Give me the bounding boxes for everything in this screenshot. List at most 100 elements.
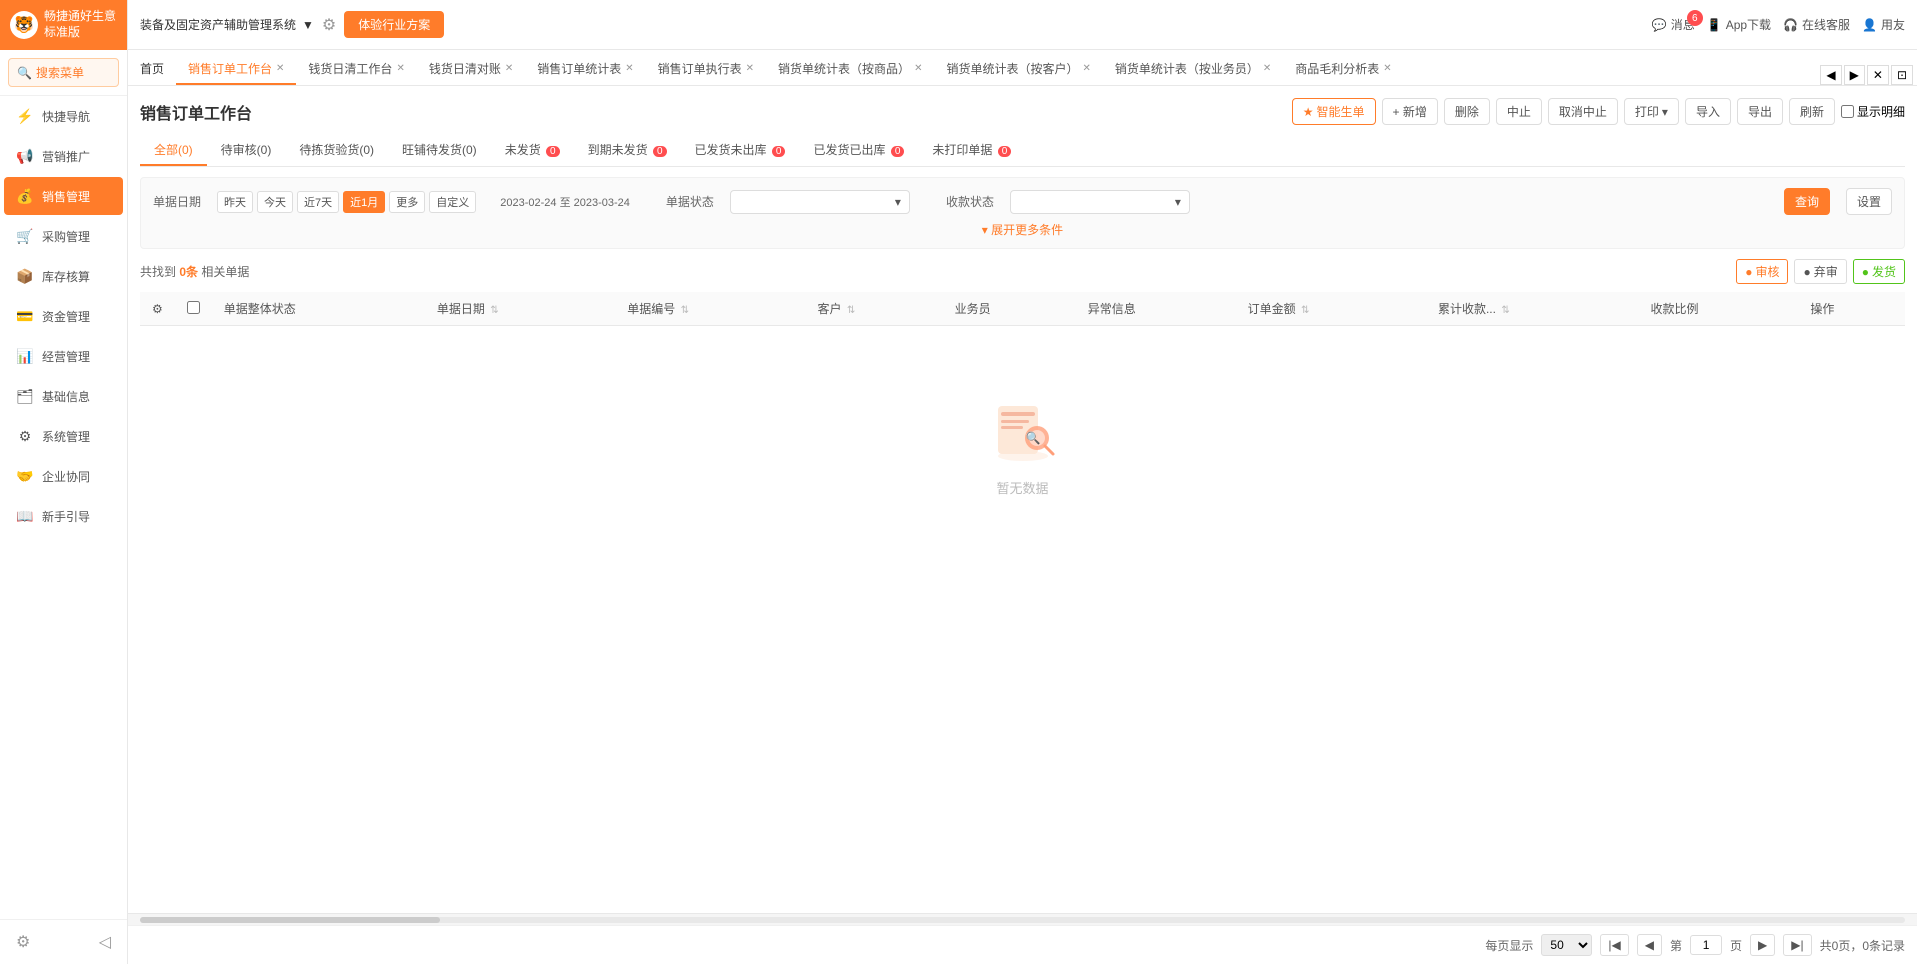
col-number[interactable]: 单据编号 ⇅ (615, 292, 805, 326)
subtab-overdue-unshipped[interactable]: 到期未发货 0 (574, 135, 681, 166)
sidebar-item-xitong[interactable]: ⚙ 系统管理 (4, 417, 123, 455)
tab-close-all-button[interactable]: ✕ (1867, 65, 1889, 85)
unshipped-badge: 0 (546, 146, 560, 157)
date-custom-button[interactable]: 自定义 (429, 191, 476, 213)
subtab-unshipped[interactable]: 未发货 0 (491, 135, 574, 166)
show-detail-checkbox[interactable] (1841, 105, 1854, 118)
sidebar-item-yingxiao[interactable]: 📢 营销推广 (4, 137, 123, 175)
topbar-gear-icon[interactable]: ⚙ (322, 15, 336, 35)
subtab-pending-review[interactable]: 待审核(0) (207, 135, 286, 166)
date-7days-button[interactable]: 近7天 (297, 191, 339, 213)
payment-filter-select[interactable]: ▾ (1010, 190, 1190, 214)
show-detail-checkbox-label: 显示明细 (1841, 103, 1905, 120)
ship-button[interactable]: ● 发货 (1853, 259, 1905, 284)
tab-home[interactable]: 首页 (128, 54, 176, 85)
col-staff[interactable]: 业务员 (943, 292, 1076, 326)
status-filter-label: 单据状态 (666, 193, 714, 210)
subtab-shipped-in-transit[interactable]: 已发货未出库 0 (681, 135, 800, 166)
tab-close-sales-stats[interactable]: ✕ (625, 63, 633, 74)
prev-page-button[interactable]: ◀ (1637, 934, 1662, 956)
settings-button[interactable]: ⚙ (8, 928, 38, 956)
query-button[interactable]: 查询 (1784, 188, 1830, 215)
sidebar-item-zijin[interactable]: 💳 资金管理 (4, 297, 123, 335)
sidebar-item-xinshou[interactable]: 📖 新手引导 (4, 497, 123, 535)
tab-product-margin[interactable]: 商品毛利分析表 ✕ (1283, 54, 1403, 85)
first-page-button[interactable]: |◀ (1600, 934, 1628, 956)
last-page-button[interactable]: ▶| (1783, 934, 1811, 956)
message-icon: 💬 (1652, 18, 1667, 32)
svg-text:🔍: 🔍 (1025, 430, 1040, 445)
sidebar-item-jingying[interactable]: 📊 经营管理 (4, 337, 123, 375)
tab-cash-reconcile[interactable]: 钱货日清对账 ✕ (417, 54, 525, 85)
next-page-button[interactable]: ▶ (1750, 934, 1775, 956)
tab-sales-workbench[interactable]: 销售订单工作台 ✕ (176, 54, 296, 85)
scrollbar-thumb[interactable] (140, 917, 440, 923)
tab-close-sales-workbench[interactable]: ✕ (276, 63, 284, 74)
tab-next-button[interactable]: ▶ (1844, 65, 1865, 85)
tab-sales-stats[interactable]: 销售订单统计表 ✕ (525, 54, 645, 85)
status-filter-select[interactable]: ▾ (730, 190, 910, 214)
import-button[interactable]: 导入 (1685, 98, 1731, 125)
tab-close-sales-summary-staff[interactable]: ✕ (1263, 63, 1271, 74)
tab-close-cash-reconcile[interactable]: ✕ (505, 63, 513, 74)
print-button[interactable]: 打印 ▾ (1624, 98, 1679, 125)
sidebar-item-xiaoshou[interactable]: 💰 销售管理 (4, 177, 123, 215)
date-today-button[interactable]: 今天 (257, 191, 293, 213)
sidebar-item-jichu[interactable]: 🗂 基础信息 (4, 377, 123, 415)
col-date[interactable]: 单据日期 ⇅ (425, 292, 615, 326)
date-yesterday-button[interactable]: 昨天 (217, 191, 253, 213)
solution-button[interactable]: 体验行业方案 (344, 11, 444, 38)
column-settings-icon[interactable]: ⚙ (152, 302, 163, 316)
refresh-button[interactable]: 刷新 (1789, 98, 1835, 125)
collected-sort-icon: ⇅ (1501, 305, 1509, 316)
cancel-review-button[interactable]: ● 弃审 (1794, 259, 1846, 284)
settings-filter-button[interactable]: 设置 (1846, 188, 1892, 215)
user-button[interactable]: 👤 用友 (1862, 16, 1905, 33)
tab-sales-exec[interactable]: 销售订单执行表 ✕ (646, 54, 766, 85)
subtab-all[interactable]: 全部(0) (140, 135, 207, 166)
message-button[interactable]: 💬 消息 6 (1652, 16, 1695, 33)
subtab-pending-inspect[interactable]: 待拣货验货(0) (285, 135, 388, 166)
stop-button[interactable]: 中止 (1496, 98, 1542, 125)
subtab-shipped-out[interactable]: 已发货已出库 0 (799, 135, 918, 166)
review-button[interactable]: ● 审核 (1736, 259, 1788, 284)
tab-prev-button[interactable]: ◀ (1820, 65, 1841, 85)
subtab-unprinted[interactable]: 未打印单据 0 (918, 135, 1025, 166)
date-1month-button[interactable]: 近1月 (343, 191, 385, 213)
tab-close-product-margin[interactable]: ✕ (1383, 63, 1391, 74)
smart-generate-button[interactable]: ★ 智能生单 (1292, 98, 1376, 125)
col-amount[interactable]: 订单金额 ⇅ (1236, 292, 1426, 326)
sidebar-item-caigou[interactable]: 🛒 采购管理 (4, 217, 123, 255)
tab-cash-daily[interactable]: 钱货日清工作台 ✕ (296, 54, 416, 85)
horizontal-scrollbar[interactable] (128, 913, 1917, 925)
subtab-wangpu-pending[interactable]: 旺铺待发货(0) (388, 135, 491, 166)
date-more-button[interactable]: 更多 (389, 191, 425, 213)
service-button[interactable]: 🎧 在线客服 (1783, 16, 1850, 33)
delete-button[interactable]: 删除 (1444, 98, 1490, 125)
nav-icon-qiye: 🤝 (16, 467, 34, 485)
page-suffix: 页 (1730, 937, 1742, 954)
tab-sales-summary-staff[interactable]: 销货单统计表（按业务员） ✕ (1103, 54, 1283, 85)
tab-expand-button[interactable]: ⊡ (1891, 65, 1913, 85)
tab-close-sales-exec[interactable]: ✕ (746, 63, 754, 74)
sidebar-item-qiye[interactable]: 🤝 企业协同 (4, 457, 123, 495)
tab-close-cash-daily[interactable]: ✕ (396, 63, 404, 74)
search-menu-button[interactable]: 🔍 搜索菜单 (8, 58, 119, 87)
col-collected[interactable]: 累计收款... ⇅ (1426, 292, 1639, 326)
app-download-button[interactable]: 📱 App下载 (1707, 16, 1771, 33)
tab-close-sales-summary-customer[interactable]: ✕ (1082, 63, 1090, 74)
select-all-checkbox[interactable] (187, 301, 200, 314)
cancel-stop-button[interactable]: 取消中止 (1548, 98, 1618, 125)
tab-close-sales-summary-product[interactable]: ✕ (914, 63, 922, 74)
tab-sales-summary-customer[interactable]: 销货单统计表（按客户） ✕ (934, 54, 1102, 85)
tab-sales-summary-product[interactable]: 销货单统计表（按商品） ✕ (766, 54, 934, 85)
add-button[interactable]: + 新增 (1382, 98, 1438, 125)
expand-filter-button[interactable]: ▾ 展开更多条件 (153, 221, 1892, 238)
col-customer[interactable]: 客户 ⇅ (806, 292, 943, 326)
export-button[interactable]: 导出 (1737, 98, 1783, 125)
collapse-button[interactable]: ◁ (91, 928, 119, 956)
page-size-select[interactable]: 50 100 200 (1541, 934, 1592, 956)
sidebar-item-kucun[interactable]: 📦 库存核算 (4, 257, 123, 295)
sidebar-item-kuaijie[interactable]: ⚡ 快捷导航 (4, 97, 123, 135)
page-number-input[interactable] (1690, 935, 1722, 955)
